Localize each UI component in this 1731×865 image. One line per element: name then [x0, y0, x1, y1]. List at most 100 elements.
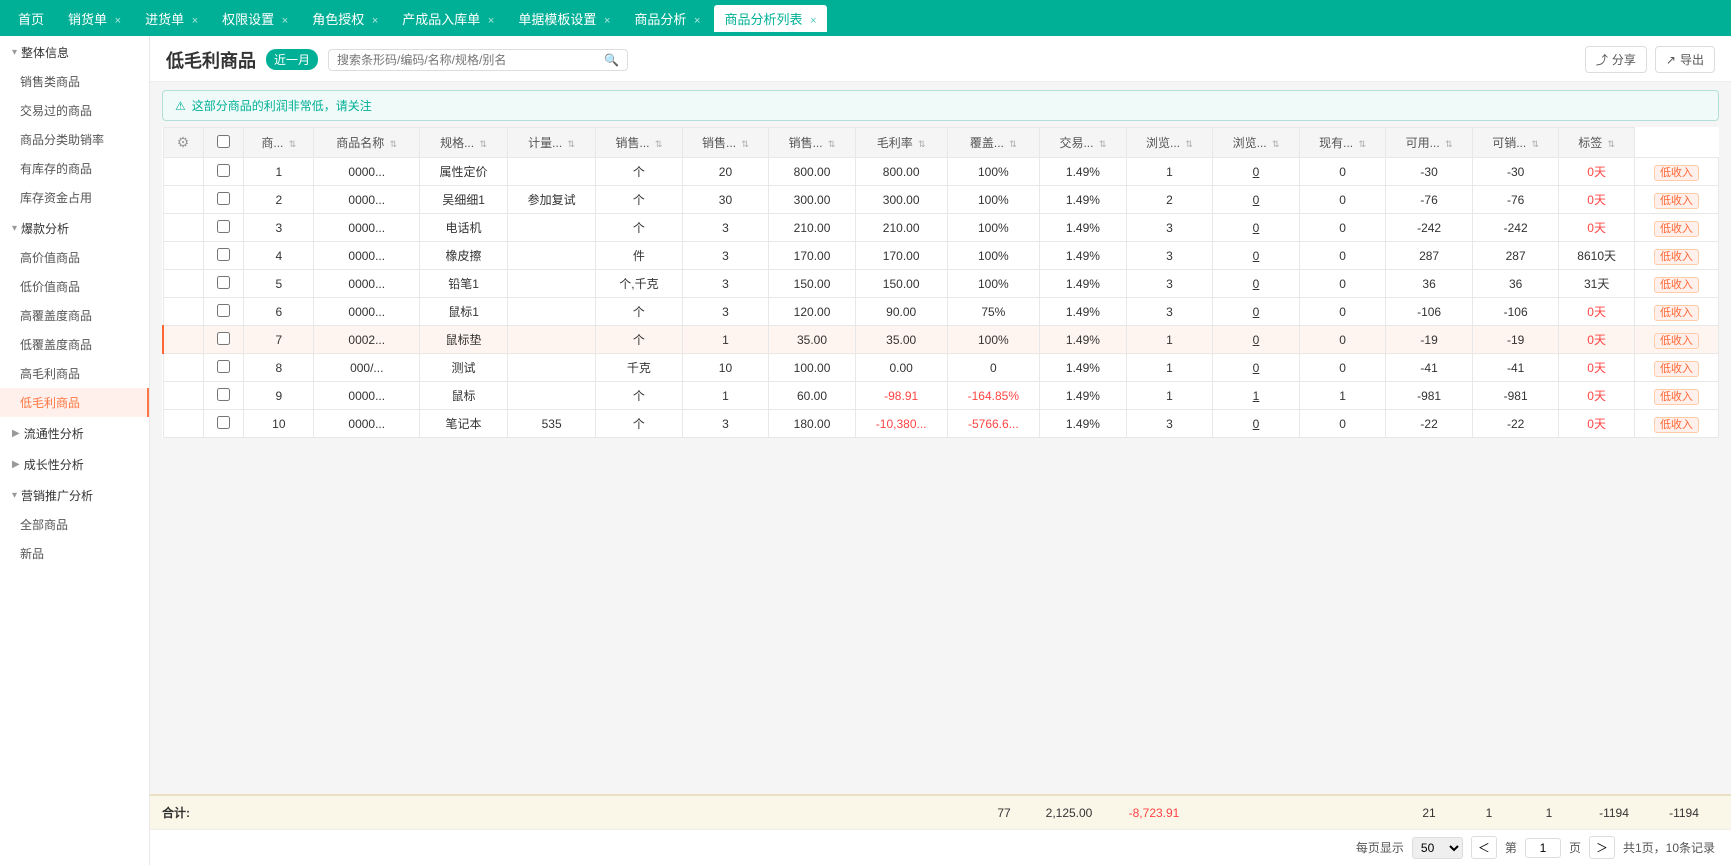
row-checkbox[interactable] — [203, 382, 244, 410]
sidebar-item-new-goods[interactable]: 新品 — [0, 539, 149, 568]
row-select-checkbox[interactable] — [217, 360, 230, 373]
sidebar-item-all-goods[interactable]: 全部商品 — [0, 510, 149, 539]
page-input[interactable] — [1525, 838, 1561, 858]
row-view1[interactable]: 0 — [1213, 270, 1300, 298]
th-checkbox[interactable] — [203, 128, 244, 158]
row-select-checkbox[interactable] — [217, 416, 230, 429]
th-unit[interactable]: 计量... ⇅ — [508, 128, 596, 158]
th-name[interactable]: 商品名称 ⇅ — [314, 128, 420, 158]
th-margin-rate[interactable]: 毛利率 ⇅ — [855, 128, 947, 158]
th-code[interactable]: 商... ⇅ — [244, 128, 314, 158]
row-view1[interactable]: 0 — [1213, 186, 1300, 214]
sidebar-item-stock-goods[interactable]: 有库存的商品 — [0, 154, 149, 183]
row-select-checkbox[interactable] — [217, 220, 230, 233]
th-sales1[interactable]: 销售... ⇅ — [596, 128, 683, 158]
close-icon[interactable]: × — [372, 15, 378, 27]
row-select-checkbox[interactable] — [217, 388, 230, 401]
sidebar-item-traded-goods[interactable]: 交易过的商品 — [0, 96, 149, 125]
sidebar-group-growth[interactable]: ▶ 成长性分析 — [0, 448, 149, 479]
row-select-checkbox[interactable] — [217, 276, 230, 289]
sidebar-item-high-margin[interactable]: 高毛利商品 — [0, 359, 149, 388]
sidebar-item-high-value[interactable]: 高价值商品 — [0, 243, 149, 272]
row-view1[interactable]: 1 — [1213, 382, 1300, 410]
nav-product-analysis-list[interactable]: 商品分析列表 × — [714, 5, 826, 32]
row-setting — [163, 298, 203, 326]
sidebar-item-low-margin[interactable]: 低毛利商品 — [0, 388, 149, 417]
search-icon[interactable]: 🔍 — [604, 53, 619, 67]
nav-permissions[interactable]: 权限设置 × — [212, 5, 298, 32]
nav-roles[interactable]: 角色授权 × — [302, 5, 388, 32]
page-label: 第 — [1505, 839, 1517, 856]
th-view2[interactable]: 浏览... ⇅ — [1213, 128, 1300, 158]
nav-purchase[interactable]: 进货单 × — [135, 5, 208, 32]
row-checkbox[interactable] — [203, 354, 244, 382]
row-select-checkbox[interactable] — [217, 304, 230, 317]
sidebar-item-low-coverage[interactable]: 低覆盖度商品 — [0, 330, 149, 359]
close-icon[interactable]: × — [192, 15, 198, 27]
row-view1[interactable]: 0 — [1213, 326, 1300, 354]
row-checkbox[interactable] — [203, 242, 244, 270]
row-checkbox[interactable] — [203, 186, 244, 214]
th-saleable[interactable]: 可销... ⇅ — [1472, 128, 1559, 158]
th-spec[interactable]: 规格... ⇅ — [420, 128, 508, 158]
sidebar-group-hot[interactable]: ▾ 爆款分析 — [0, 212, 149, 243]
close-icon[interactable]: × — [810, 15, 816, 27]
th-sales2[interactable]: 销售... ⇅ — [682, 128, 769, 158]
row-view1[interactable]: 0 — [1213, 158, 1300, 186]
sidebar-item-sales-goods[interactable]: 销售类商品 — [0, 67, 149, 96]
row-checkbox[interactable] — [203, 270, 244, 298]
sidebar-item-stock-capital[interactable]: 库存资金占用 — [0, 183, 149, 212]
th-available[interactable]: 可用... ⇅ — [1386, 128, 1473, 158]
close-icon[interactable]: × — [604, 15, 610, 27]
nav-sales[interactable]: 销货单 × — [58, 5, 131, 32]
nav-home[interactable]: 首页 — [8, 5, 54, 32]
nav-template[interactable]: 单据模板设置 × — [508, 5, 620, 32]
row-view1[interactable]: 0 — [1213, 298, 1300, 326]
th-sales3[interactable]: 销售... ⇅ — [769, 128, 856, 158]
th-current-stock[interactable]: 现有... ⇅ — [1299, 128, 1386, 158]
content-area: 低毛利商品 近一月 🔍 ⤴ 分享 ↗ 导出 ⚠ 这部分商品的利润非常低，请关注 — [150, 36, 1731, 865]
close-icon[interactable]: × — [694, 15, 700, 27]
sidebar-group-overall[interactable]: ▾ 整体信息 — [0, 36, 149, 67]
th-view1[interactable]: 浏览... ⇅ — [1126, 128, 1213, 158]
page-size-select[interactable]: 50 100 — [1412, 837, 1463, 859]
th-trade[interactable]: 交易... ⇅ — [1040, 128, 1127, 158]
row-checkbox[interactable] — [203, 214, 244, 242]
export-button[interactable]: ↗ 导出 — [1655, 46, 1715, 73]
sidebar-item-category-rate[interactable]: 商品分类助销率 — [0, 125, 149, 154]
search-box[interactable]: 🔍 — [328, 49, 628, 71]
th-settings[interactable]: ⚙ — [163, 128, 203, 158]
sidebar-group-marketing[interactable]: ▾ 营销推广分析 — [0, 479, 149, 510]
sidebar-group-flow[interactable]: ▶ 流通性分析 — [0, 417, 149, 448]
row-checkbox[interactable] — [203, 410, 244, 438]
close-icon[interactable]: × — [115, 15, 121, 27]
th-tag[interactable]: 标签 ⇅ — [1559, 128, 1634, 158]
row-checkbox[interactable] — [203, 326, 244, 354]
sidebar-item-low-value[interactable]: 低价值商品 — [0, 272, 149, 301]
row-select-checkbox[interactable] — [217, 192, 230, 205]
total-info: 共1页，10条记录 — [1623, 839, 1715, 856]
close-icon[interactable]: × — [282, 15, 288, 27]
sidebar-item-high-coverage[interactable]: 高覆盖度商品 — [0, 301, 149, 330]
row-spec — [508, 354, 596, 382]
search-input[interactable] — [337, 53, 604, 67]
share-button[interactable]: ⤴ 分享 — [1585, 46, 1647, 73]
row-view1[interactable]: 0 — [1213, 410, 1300, 438]
select-all-checkbox[interactable] — [217, 135, 230, 148]
prev-page-button[interactable]: ＜ — [1471, 836, 1497, 859]
next-page-button[interactable]: ＞ — [1589, 836, 1615, 859]
row-view1[interactable]: 0 — [1213, 242, 1300, 270]
th-coverage[interactable]: 覆盖... ⇅ — [947, 128, 1040, 158]
row-checkbox[interactable] — [203, 158, 244, 186]
row-view1[interactable]: 0 — [1213, 214, 1300, 242]
row-current-stock: -41 — [1386, 354, 1473, 382]
nav-product-analysis[interactable]: 商品分析 × — [624, 5, 710, 32]
row-select-checkbox[interactable] — [217, 332, 230, 345]
filter-tag-recent[interactable]: 近一月 — [266, 49, 318, 70]
close-icon[interactable]: × — [488, 15, 494, 27]
row-checkbox[interactable] — [203, 298, 244, 326]
row-select-checkbox[interactable] — [217, 248, 230, 261]
row-view1[interactable]: 0 — [1213, 354, 1300, 382]
nav-product-in[interactable]: 产成品入库单 × — [392, 5, 504, 32]
row-select-checkbox[interactable] — [217, 164, 230, 177]
